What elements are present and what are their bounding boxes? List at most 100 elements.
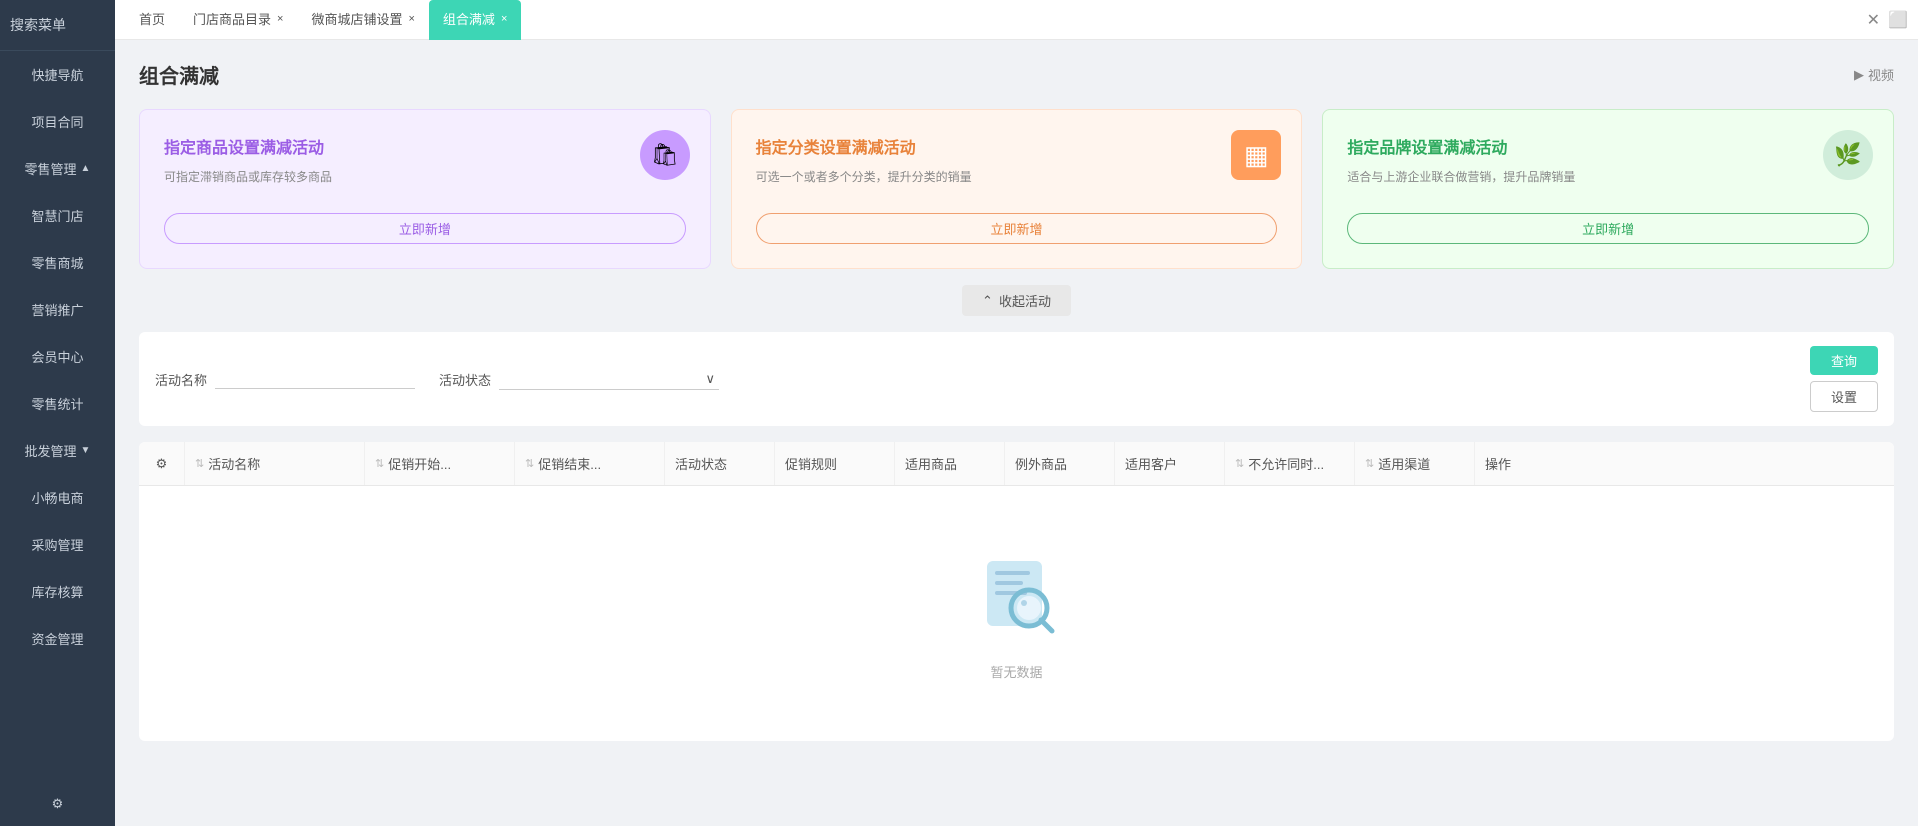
chevron-up-icon: ▲ xyxy=(81,163,91,174)
th-start: ⇅ 促销开始... xyxy=(365,442,515,485)
goods-card-icon: 🛍 xyxy=(640,130,690,180)
sidebar-item-retail-stats[interactable]: 零售统计 xyxy=(0,380,115,427)
tab-wechat-store-close[interactable]: × xyxy=(408,13,414,25)
table-header: ⚙ ⇅ 活动名称 ⇅ 促销开始... ⇅ 促销结束... 活动状态 xyxy=(139,442,1894,486)
goods-card-add-button[interactable]: 立即新增 xyxy=(164,213,686,244)
tab-combo-discount-label: 组合满减 xyxy=(443,9,495,28)
sidebar-item-smart-store[interactable]: 智慧门店 xyxy=(0,192,115,239)
th-rule: 促销规则 xyxy=(775,442,895,485)
th-except-label: 例外商品 xyxy=(1015,454,1067,473)
sidebar-item-marketing[interactable]: 营销推广 xyxy=(0,286,115,333)
tab-store-catalog-label: 门店商品目录 xyxy=(193,9,271,28)
gear-table-icon: ⚙ xyxy=(156,456,168,472)
sidebar-item-inventory[interactable]: 库存核算 xyxy=(0,568,115,615)
tab-bar: 首页 门店商品目录 × 微商城店铺设置 × 组合满减 × ✕ ⬜ xyxy=(115,0,1918,40)
settings-button[interactable]: 设置 xyxy=(1810,381,1878,412)
activity-status-label: 活动状态 xyxy=(439,370,491,389)
empty-state: 暂无数据 xyxy=(139,486,1894,741)
th-action: 操作 xyxy=(1475,442,1894,485)
sidebar-item-label: 批发管理 xyxy=(25,441,77,460)
close-window-button[interactable]: ✕ xyxy=(1867,10,1880,30)
sort-notallow-icon[interactable]: ⇅ xyxy=(1235,457,1244,470)
activity-name-filter: 活动名称 xyxy=(155,369,415,389)
tab-combo-discount-close[interactable]: × xyxy=(501,13,507,25)
sidebar-item-retail-mall[interactable]: 零售商城 xyxy=(0,239,115,286)
query-button[interactable]: 查询 xyxy=(1810,346,1878,375)
brand-card-add-button[interactable]: 立即新增 xyxy=(1347,213,1869,244)
sidebar-item-wholesale-mgmt[interactable]: 批发管理 ▼ xyxy=(0,427,115,474)
activity-status-filter: 活动状态 ∨ xyxy=(439,369,719,390)
goods-card-desc: 可指定滞销商品或库存较多商品 xyxy=(164,168,686,201)
tab-combo-discount[interactable]: 组合满减 × xyxy=(429,0,521,40)
tab-store-catalog-close[interactable]: × xyxy=(277,13,283,25)
th-goods: 适用商品 xyxy=(895,442,1005,485)
play-icon: ▶ xyxy=(1854,67,1864,83)
cards-row: 指定商品设置满减活动 可指定滞销商品或库存较多商品 🛍 立即新增 指定分类设置满… xyxy=(139,109,1894,269)
brand-card-icon: 🌿 xyxy=(1823,130,1873,180)
th-status: 活动状态 xyxy=(665,442,775,485)
tab-wechat-store[interactable]: 微商城店铺设置 × xyxy=(297,0,428,40)
category-card-title: 指定分类设置满减活动 xyxy=(756,134,1278,158)
sort-start-icon[interactable]: ⇅ xyxy=(375,457,384,470)
activity-status-select[interactable]: ∨ xyxy=(499,369,719,390)
window-controls: ✕ ⬜ xyxy=(1867,10,1908,30)
th-gear[interactable]: ⚙ xyxy=(139,442,185,485)
th-status-label: 活动状态 xyxy=(675,454,727,473)
sidebar: 搜索菜单 快捷导航 项目合同 零售管理 ▲ 智慧门店 零售商城 营销推广 会员中… xyxy=(0,0,115,826)
sidebar-item-finance[interactable]: 资金管理 xyxy=(0,615,115,662)
sidebar-item-members[interactable]: 会员中心 xyxy=(0,333,115,380)
th-customer-label: 适用客户 xyxy=(1125,454,1177,473)
th-notallow: ⇅ 不允许同时... xyxy=(1225,442,1355,485)
empty-text: 暂无数据 xyxy=(990,662,1042,681)
sidebar-item-project-contract[interactable]: 项目合同 xyxy=(0,98,115,145)
sidebar-item-purchase-mgmt[interactable]: 采购管理 xyxy=(0,521,115,568)
sidebar-settings-button[interactable]: ⚙ xyxy=(0,782,115,826)
gear-icon: ⚙ xyxy=(52,796,64,811)
page-content-area: 组合满减 ▶ 视频 指定商品设置满减活动 可指定滞销商品或库存较多商品 🛍 立即… xyxy=(115,40,1918,826)
th-rule-label: 促销规则 xyxy=(785,454,837,473)
video-link[interactable]: ▶ 视频 xyxy=(1854,65,1894,84)
th-except: 例外商品 xyxy=(1005,442,1115,485)
th-channel-label: 适用渠道 xyxy=(1378,454,1430,473)
sort-channel-icon[interactable]: ⇅ xyxy=(1365,457,1374,470)
collapse-bar: ⌃ 收起活动 xyxy=(139,285,1894,316)
collapse-label: 收起活动 xyxy=(999,291,1051,310)
tab-wechat-store-label: 微商城店铺设置 xyxy=(311,9,402,28)
activity-name-label: 活动名称 xyxy=(155,370,207,389)
th-goods-label: 适用商品 xyxy=(905,454,957,473)
category-card-icon: ▦ xyxy=(1231,130,1281,180)
collapse-activities-button[interactable]: ⌃ 收起活动 xyxy=(962,285,1071,316)
th-notallow-label: 不允许同时... xyxy=(1248,454,1324,473)
filter-bar: 活动名称 活动状态 ∨ 查询 设置 xyxy=(139,332,1894,426)
activity-name-input[interactable] xyxy=(215,369,415,389)
tab-home[interactable]: 首页 xyxy=(125,0,179,40)
table-wrapper: ⚙ ⇅ 活动名称 ⇅ 促销开始... ⇅ 促销结束... 活动状态 xyxy=(139,442,1894,741)
category-card: 指定分类设置满减活动 可选一个或者多个分类，提升分类的销量 ▦ 立即新增 xyxy=(731,109,1303,269)
th-action-label: 操作 xyxy=(1485,454,1511,473)
sidebar-item-retail-mgmt[interactable]: 零售管理 ▲ xyxy=(0,145,115,192)
category-card-add-button[interactable]: 立即新增 xyxy=(756,213,1278,244)
maximize-window-button[interactable]: ⬜ xyxy=(1888,10,1908,30)
sidebar-item-xiochang[interactable]: 小畅电商 xyxy=(0,474,115,521)
chevron-down-icon: ▼ xyxy=(81,445,91,456)
brand-card-title: 指定品牌设置满减活动 xyxy=(1347,134,1869,158)
sort-name-icon[interactable]: ⇅ xyxy=(195,457,204,470)
empty-state-icon xyxy=(967,546,1067,646)
th-start-label: 促销开始... xyxy=(388,454,451,473)
page-header: 组合满减 ▶ 视频 xyxy=(139,60,1894,89)
filter-actions: 查询 设置 xyxy=(1810,346,1878,412)
th-channel: ⇅ 适用渠道 xyxy=(1355,442,1475,485)
sidebar-item-quick-nav[interactable]: 快捷导航 xyxy=(0,51,115,98)
tab-store-catalog[interactable]: 门店商品目录 × xyxy=(179,0,297,40)
page-title: 组合满减 xyxy=(139,60,219,89)
goods-card: 指定商品设置满减活动 可指定滞销商品或库存较多商品 🛍 立即新增 xyxy=(139,109,711,269)
brand-card-desc: 适合与上游企业联合做营销，提升品牌销量 xyxy=(1347,168,1869,201)
sidebar-search[interactable]: 搜索菜单 xyxy=(0,0,115,51)
brand-card: 指定品牌设置满减活动 适合与上游企业联合做营销，提升品牌销量 🌿 立即新增 xyxy=(1322,109,1894,269)
sort-end-icon[interactable]: ⇅ xyxy=(525,457,534,470)
th-end: ⇅ 促销结束... xyxy=(515,442,665,485)
th-end-label: 促销结束... xyxy=(538,454,601,473)
chevron-down-icon: ∨ xyxy=(706,371,716,387)
tab-home-label: 首页 xyxy=(139,9,165,28)
sidebar-item-label: 零售管理 xyxy=(25,159,77,178)
